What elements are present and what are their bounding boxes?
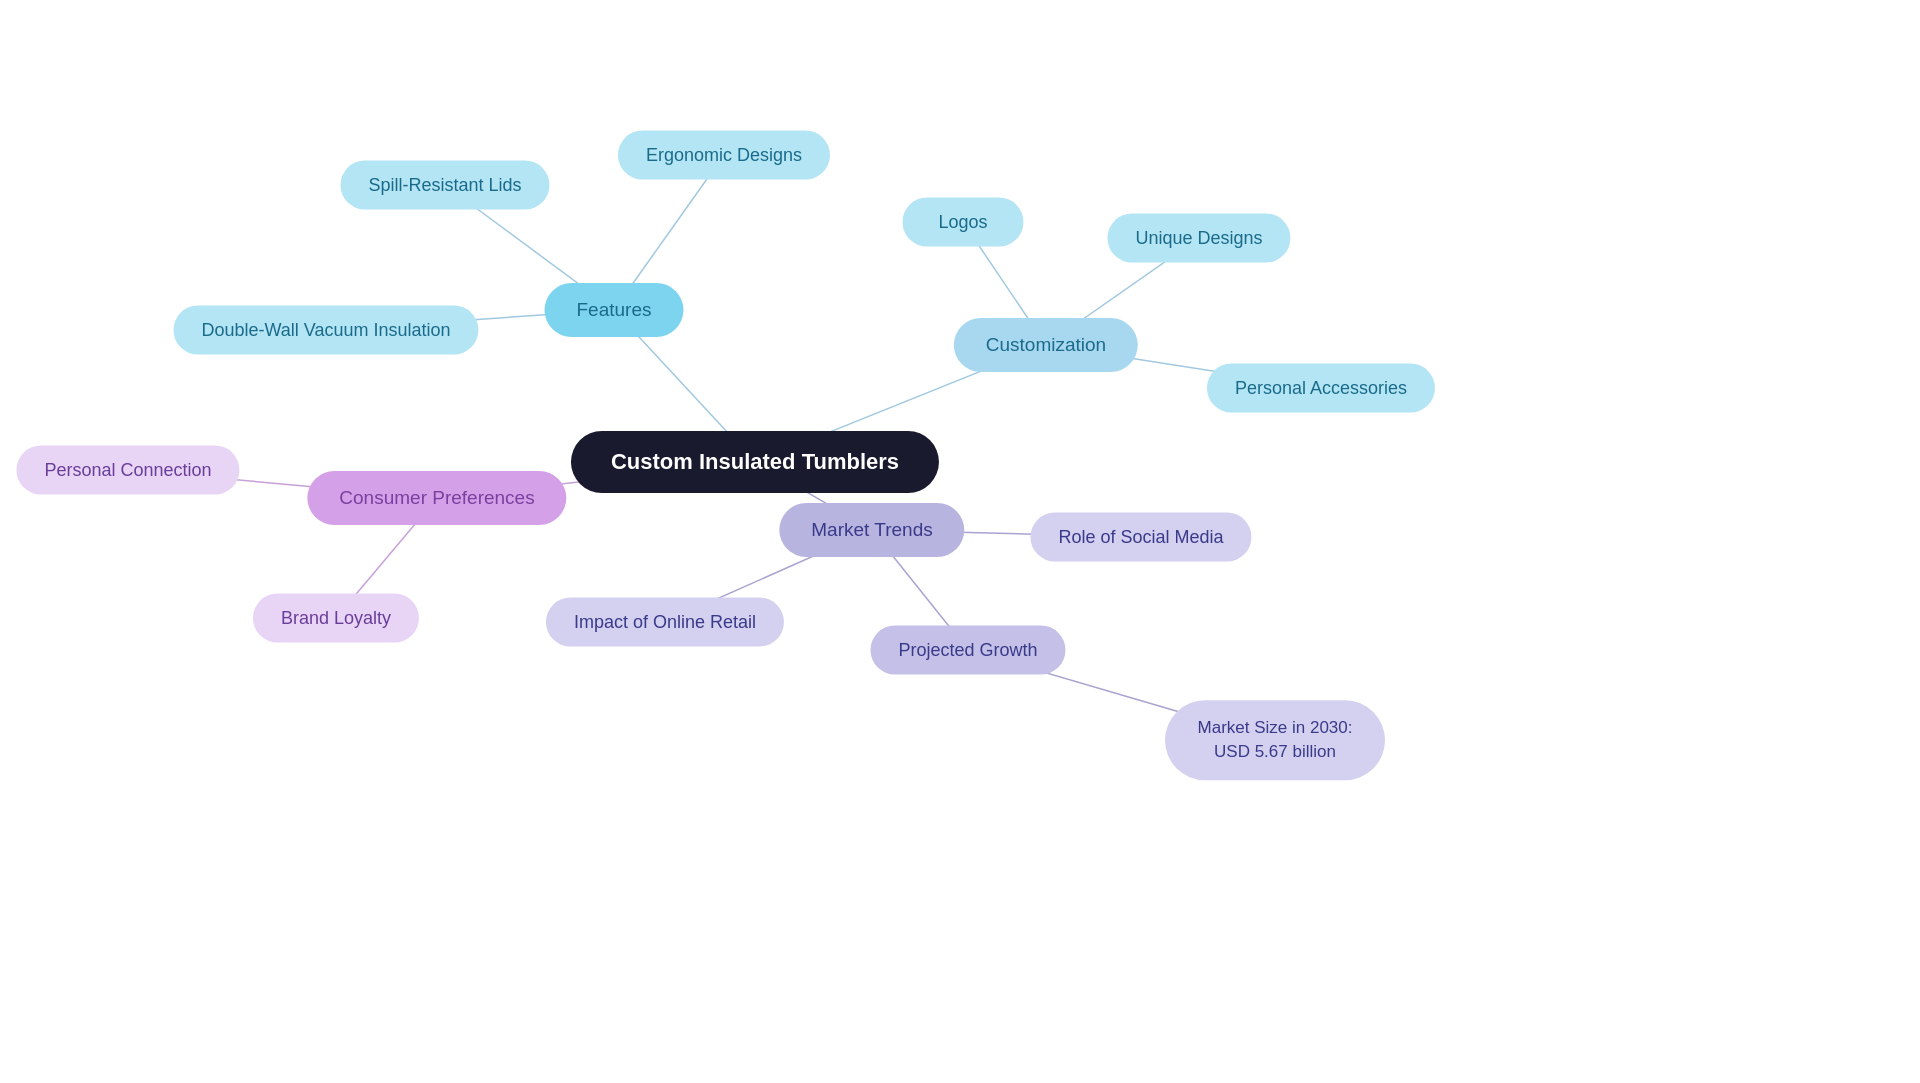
consumer-preferences-node[interactable]: Consumer Preferences bbox=[307, 471, 566, 525]
market-size-2030-node[interactable]: Market Size in 2030: USD 5.67 billion bbox=[1165, 700, 1385, 780]
logos-node[interactable]: Logos bbox=[902, 198, 1023, 247]
market-trends-node[interactable]: Market Trends bbox=[779, 503, 964, 557]
spill-resistant-lids-node[interactable]: Spill-Resistant Lids bbox=[340, 161, 549, 210]
personal-accessories-node[interactable]: Personal Accessories bbox=[1207, 364, 1435, 413]
mind-map: Custom Insulated Tumblers Features Spill… bbox=[0, 0, 1920, 1083]
personal-connection-node[interactable]: Personal Connection bbox=[16, 446, 239, 495]
ergonomic-designs-node[interactable]: Ergonomic Designs bbox=[618, 131, 830, 180]
impact-of-online-retail-node[interactable]: Impact of Online Retail bbox=[546, 598, 784, 647]
center-node[interactable]: Custom Insulated Tumblers bbox=[571, 431, 939, 493]
customization-node[interactable]: Customization bbox=[954, 318, 1138, 372]
double-wall-vacuum-node[interactable]: Double-Wall Vacuum Insulation bbox=[173, 306, 478, 355]
brand-loyalty-node[interactable]: Brand Loyalty bbox=[253, 594, 419, 643]
projected-growth-node[interactable]: Projected Growth bbox=[870, 626, 1065, 675]
role-of-social-media-node[interactable]: Role of Social Media bbox=[1030, 513, 1251, 562]
unique-designs-node[interactable]: Unique Designs bbox=[1107, 214, 1290, 263]
features-node[interactable]: Features bbox=[545, 283, 684, 337]
